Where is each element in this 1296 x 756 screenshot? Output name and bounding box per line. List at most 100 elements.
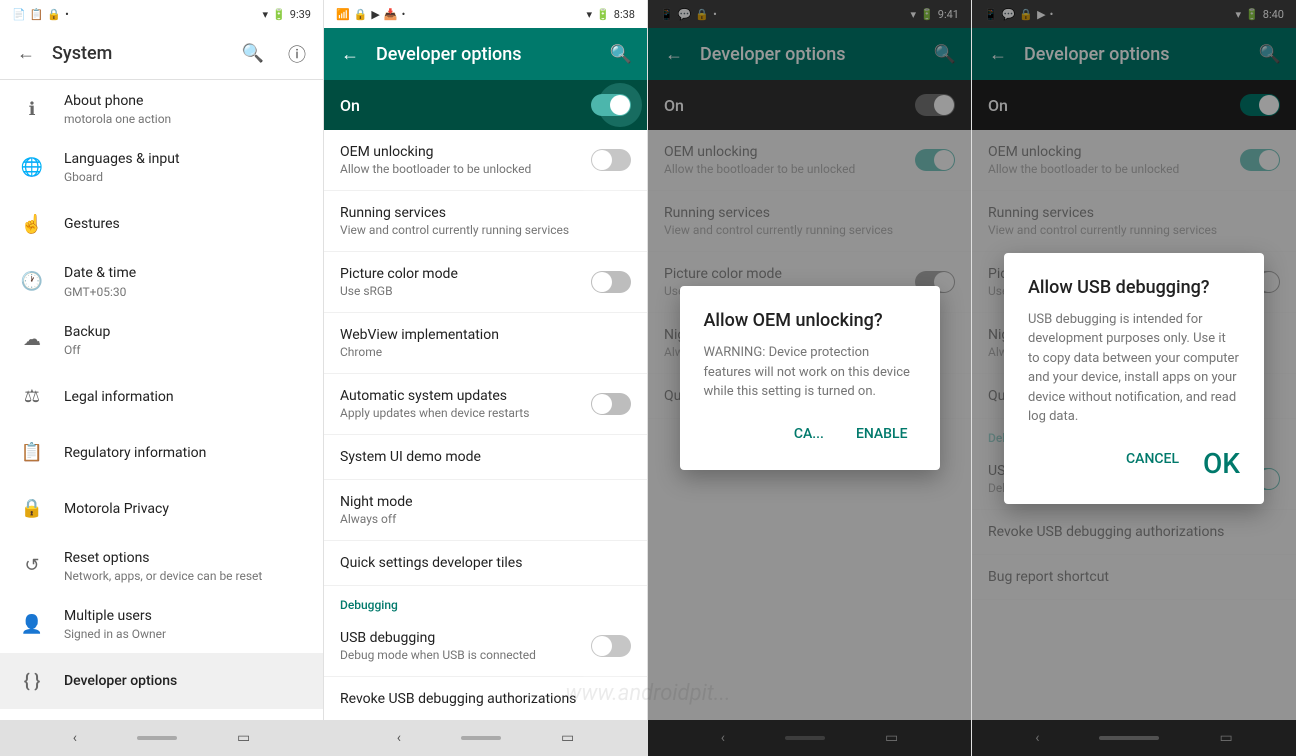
usb-dialog-body: USB debugging is intended for developmen…	[1028, 310, 1240, 427]
auto-updates-thumb	[592, 394, 612, 414]
recents-nav-button[interactable]: ▭	[237, 730, 250, 746]
about-phone-subtitle: motorola one action	[64, 112, 307, 126]
date-time-content: Date & time GMT+05:30	[64, 264, 307, 298]
help-button[interactable]: ⓘ	[279, 36, 315, 72]
debugging-section-header: Debugging	[324, 586, 647, 616]
picture-color-subtitle: Use sRGB	[340, 284, 458, 298]
picture-color-content: Picture color mode Use sRGB	[340, 266, 458, 298]
icon2: 🔒	[354, 8, 368, 21]
recents-nav-p2[interactable]: ▭	[561, 730, 574, 746]
oem-unlocking-content: OEM unlocking Allow the bootloader to be…	[340, 144, 531, 176]
icon4: 📥	[384, 8, 398, 21]
revoke-usb-title: Revoke USB debugging authorizations	[340, 691, 631, 707]
nav-bar-panel2: ‹ ▭	[324, 720, 647, 756]
auto-updates-item[interactable]: Automatic system updates Apply updates w…	[324, 374, 647, 435]
usb-dialog-overlay: Allow USB debugging? USB debugging is in…	[972, 0, 1296, 756]
toggle-thumb-on	[610, 95, 630, 115]
revoke-usb-item[interactable]: Revoke USB debugging authorizations	[324, 677, 647, 720]
picture-color-title: Picture color mode	[340, 266, 458, 282]
usb-dialog-title: Allow USB debugging?	[1028, 277, 1240, 298]
legal-item[interactable]: ⚖ Legal information	[0, 369, 323, 425]
on-label: On	[340, 96, 360, 115]
languages-item[interactable]: 🌐 Languages & input Gboard	[0, 138, 323, 196]
auto-updates-row: Automatic system updates Apply updates w…	[340, 388, 631, 420]
back-button[interactable]: ←	[8, 36, 44, 72]
system-updates-item[interactable]: 📱 System updates Updated to Android 9	[0, 709, 323, 720]
time-display: 9:39	[290, 8, 311, 21]
oem-enable-button[interactable]: Enable	[848, 422, 916, 446]
developer-title: Developer options	[64, 672, 307, 690]
lock-icon: 🔒	[47, 8, 61, 21]
reset-content: Reset options Network, apps, or device c…	[64, 549, 307, 583]
status-icons-left: 📄 📋 🔒 •	[12, 8, 69, 21]
developer-item[interactable]: { } Developer options	[0, 653, 323, 709]
wifi-icon-p2: 📶	[336, 8, 350, 21]
gestures-item[interactable]: ☝ Gestures	[0, 196, 323, 252]
motorola-privacy-item[interactable]: 🔒 Motorola Privacy	[0, 481, 323, 537]
languages-icon: 🌐	[16, 151, 48, 183]
picture-color-toggle[interactable]	[591, 271, 631, 293]
quick-settings-item[interactable]: Quick settings developer tiles	[324, 541, 647, 586]
usb-debug-subtitle: Debug mode when USB is connected	[340, 648, 536, 662]
system-list: ℹ About phone motorola one action 🌐 Lang…	[0, 80, 323, 720]
backup-icon: ☁	[16, 324, 48, 356]
developer-main-toggle[interactable]	[591, 94, 631, 116]
status-bar-panel2: 📶 🔒 ▶ 📥 • ▾ 🔋 8:38	[324, 0, 647, 28]
quick-settings-title: Quick settings developer tiles	[340, 555, 631, 571]
home-nav-p2[interactable]	[461, 736, 501, 740]
oem-dialog-title: Allow OEM unlocking?	[704, 310, 916, 331]
about-phone-item[interactable]: ℹ About phone motorola one action	[0, 80, 323, 138]
developer-options-panel: 📶 🔒 ▶ 📥 • ▾ 🔋 8:38 ← Developer options 🔍…	[324, 0, 648, 756]
gestures-icon: ☝	[16, 208, 48, 240]
webview-item[interactable]: WebView implementation Chrome	[324, 313, 647, 374]
on-row[interactable]: On	[324, 80, 647, 130]
developer-options-oem-panel: 📱 💬 🔒 • ▾ 🔋 9:41 ← Developer options 🔍 O…	[648, 0, 972, 756]
about-phone-icon: ℹ	[16, 93, 48, 125]
regulatory-item[interactable]: 📋 Regulatory information	[0, 425, 323, 481]
reset-subtitle: Network, apps, or device can be reset	[64, 569, 307, 583]
ui-demo-item[interactable]: System UI demo mode	[324, 435, 647, 480]
developer-content: Developer options	[64, 672, 307, 690]
running-services-title: Running services	[340, 205, 631, 221]
backup-title: Backup	[64, 323, 307, 341]
oem-dialog-actions: Ca... Enable	[704, 422, 916, 446]
multiple-users-item[interactable]: 👤 Multiple users Signed in as Owner	[0, 595, 323, 653]
search-button[interactable]: 🔍	[235, 36, 271, 72]
multiple-users-icon: 👤	[16, 608, 48, 640]
wifi2-icon: ▾	[587, 8, 593, 21]
night-mode-item[interactable]: Night mode Always off	[324, 480, 647, 541]
oem-unlocking-title: OEM unlocking	[340, 144, 531, 160]
home-nav-indicator[interactable]	[137, 736, 177, 740]
status-icons-right: ▾ 🔋 9:39	[263, 8, 311, 21]
status-bar-panel1: 📄 📋 🔒 • ▾ 🔋 9:39	[0, 0, 323, 28]
oem-unlocking-toggle[interactable]	[591, 149, 631, 171]
auto-updates-toggle[interactable]	[591, 393, 631, 415]
picture-color-item[interactable]: Picture color mode Use sRGB	[324, 252, 647, 313]
usb-cancel-button[interactable]: Cancel	[1118, 447, 1187, 480]
wifi-icon: ▾	[263, 8, 269, 21]
file2-icon: 📋	[30, 8, 44, 21]
usb-debug-title: USB debugging	[340, 630, 536, 646]
back-nav-p2[interactable]: ‹	[397, 730, 401, 746]
search-button-p2[interactable]: 🔍	[603, 36, 639, 72]
running-services-item[interactable]: Running services View and control curren…	[324, 191, 647, 252]
legal-title: Legal information	[64, 388, 307, 406]
gestures-content: Gestures	[64, 215, 307, 233]
backup-item[interactable]: ☁ Backup Off	[0, 311, 323, 369]
usb-debug-content: USB debugging Debug mode when USB is con…	[340, 630, 536, 662]
nav-bar-panel1: ‹ ▭	[0, 720, 323, 756]
languages-content: Languages & input Gboard	[64, 150, 307, 184]
languages-title: Languages & input	[64, 150, 307, 168]
date-time-item[interactable]: 🕐 Date & time GMT+05:30	[0, 252, 323, 310]
back-button-p2[interactable]: ←	[332, 36, 368, 72]
usb-ok-button[interactable]: OK	[1203, 447, 1240, 480]
reset-item[interactable]: ↺ Reset options Network, apps, or device…	[0, 537, 323, 595]
oem-cancel-button[interactable]: Ca...	[786, 422, 832, 446]
oem-unlocking-item[interactable]: OEM unlocking Allow the bootloader to be…	[324, 130, 647, 191]
running-services-subtitle: View and control currently running servi…	[340, 223, 631, 237]
system-title: System	[52, 43, 227, 64]
regulatory-content: Regulatory information	[64, 444, 307, 462]
usb-debug-item[interactable]: USB debugging Debug mode when USB is con…	[324, 616, 647, 677]
usb-debug-toggle[interactable]	[591, 635, 631, 657]
back-nav-button[interactable]: ‹	[73, 730, 77, 746]
